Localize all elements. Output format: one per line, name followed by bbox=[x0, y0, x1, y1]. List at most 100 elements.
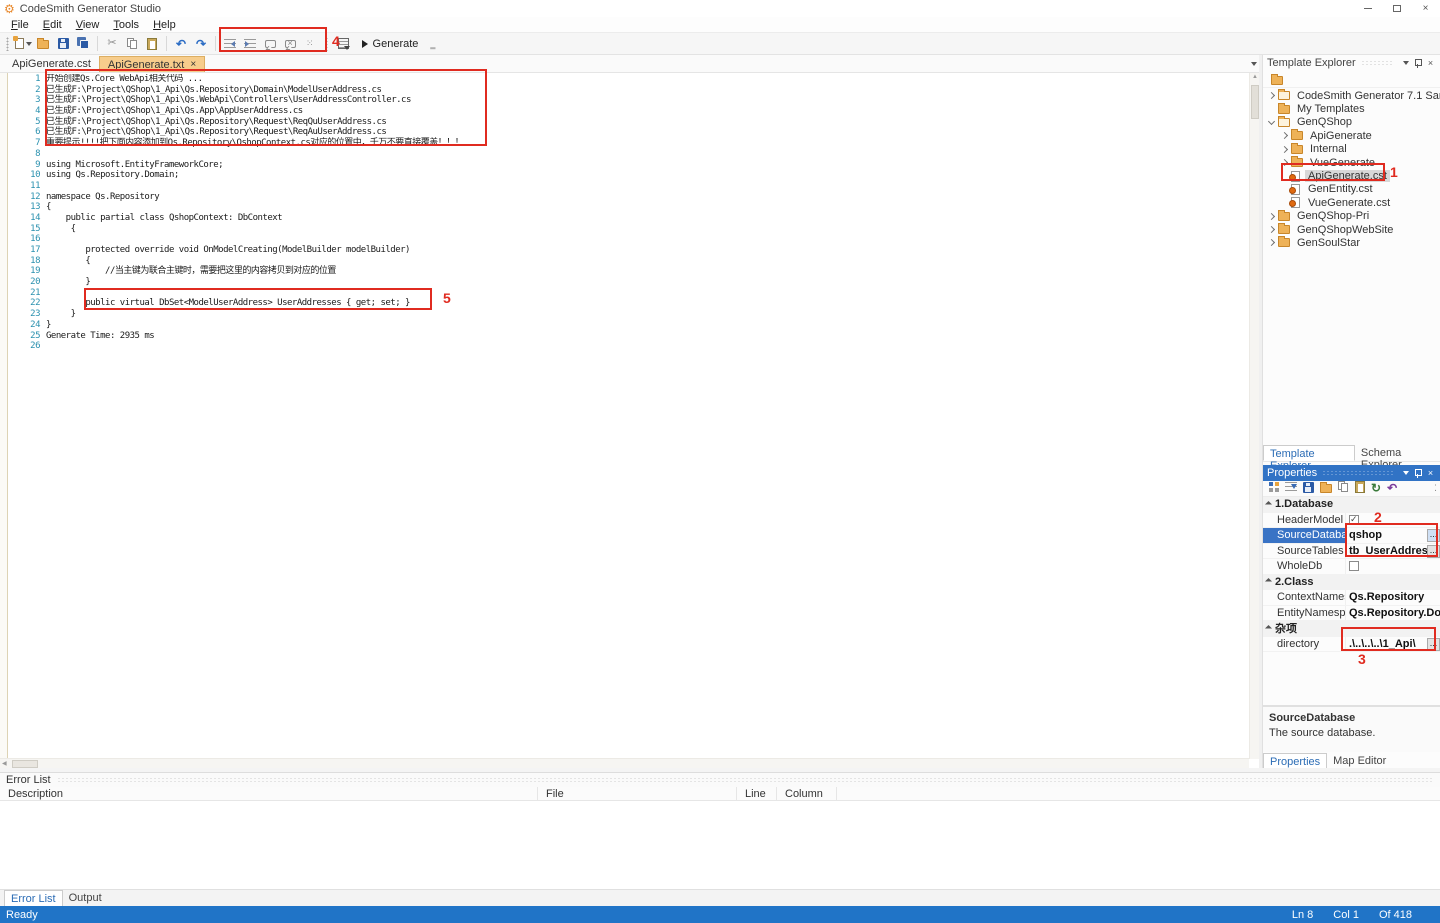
editor-line[interactable]: 17 protected override void OnModelCreati… bbox=[8, 245, 1249, 256]
editor-line[interactable]: 2 已生成F:\Project\QShop\1_Api\Qs.Repository… bbox=[8, 85, 1249, 96]
generate-button[interactable]: Generate bbox=[332, 34, 425, 54]
category-expanded-icon[interactable] bbox=[1264, 578, 1273, 586]
property-row-wholedb[interactable]: WholeDb bbox=[1263, 559, 1440, 575]
tree-item-my-templates[interactable]: My Templates bbox=[1263, 102, 1440, 115]
menu-edit[interactable]: Edit bbox=[36, 18, 69, 32]
property-save-button[interactable] bbox=[1303, 481, 1314, 496]
cut-button[interactable]: ✂ bbox=[103, 34, 121, 53]
redo-button[interactable]: ↷ bbox=[192, 34, 210, 53]
header-drag-texture[interactable] bbox=[56, 777, 1434, 783]
property-value-text[interactable]: tb_UserAddress bbox=[1349, 545, 1434, 557]
editor-line[interactable]: 23 } bbox=[8, 309, 1249, 320]
property-category-1-database[interactable]: 1.Database bbox=[1263, 497, 1440, 513]
chevron-right-icon[interactable] bbox=[1280, 132, 1289, 140]
tree-item-genqshopwebsite[interactable]: GenQShopWebSite bbox=[1263, 223, 1440, 236]
editor-line[interactable]: 24} bbox=[8, 320, 1249, 331]
minimize-button[interactable] bbox=[1353, 1, 1382, 17]
tree-item-genentity-cst[interactable]: GenEntity.cst bbox=[1263, 183, 1440, 196]
tree-item-apigenerate[interactable]: ApiGenerate bbox=[1263, 129, 1440, 142]
menu-view[interactable]: View bbox=[69, 18, 107, 32]
scroll-up-icon[interactable]: ▲ bbox=[1252, 74, 1258, 80]
property-refresh-button[interactable]: ↻ bbox=[1371, 482, 1381, 495]
sort-alphabetical-button[interactable] bbox=[1285, 482, 1297, 495]
editor-line[interactable]: 16 bbox=[8, 234, 1249, 245]
save-all-button[interactable] bbox=[74, 34, 92, 53]
header-drag-texture[interactable] bbox=[1360, 59, 1393, 67]
property-value-text[interactable]: Qs.Repository bbox=[1349, 591, 1424, 603]
editor-line[interactable]: 3 已生成F:\Project\QShop\1_Api\Qs.WebApi\Con… bbox=[8, 95, 1249, 106]
property-row-headermodel[interactable]: HeaderModel bbox=[1263, 512, 1440, 528]
property-value[interactable] bbox=[1346, 513, 1440, 528]
property-value[interactable]: tb_UserAddress bbox=[1346, 544, 1440, 559]
menu-help[interactable]: Help bbox=[146, 18, 183, 32]
tree-item-codesmith-generator-7-1-samples[interactable]: CodeSmith Generator 7.1 Samples bbox=[1263, 89, 1440, 102]
chevron-right-icon[interactable] bbox=[1267, 92, 1276, 100]
editor-line[interactable]: 13 { bbox=[8, 202, 1249, 213]
property-value[interactable]: Qs.Repository.Domain bbox=[1346, 606, 1440, 621]
property-row-contextnamespace[interactable]: ContextNamespace Qs.Repository bbox=[1263, 590, 1440, 606]
horizontal-scroll-thumb[interactable] bbox=[12, 760, 38, 768]
property-value[interactable]: qshop bbox=[1346, 528, 1440, 543]
editor-line[interactable]: 1 开始创建Qs.Core WebApi相关代码 ... bbox=[8, 74, 1249, 85]
property-row-sourcedatabase[interactable]: SourceDatabase qshop bbox=[1263, 528, 1440, 544]
categorize-button[interactable] bbox=[1269, 482, 1279, 495]
property-category-[interactable]: 杂项 bbox=[1263, 621, 1440, 637]
close-button[interactable]: × bbox=[1411, 1, 1440, 17]
tab-map-editor[interactable]: Map Editor bbox=[1327, 753, 1392, 769]
error-column-description[interactable]: Description bbox=[0, 787, 538, 800]
editor-content[interactable]: 1 开始创建Qs.Core WebApi相关代码 ... 2 已生成F:\Projec… bbox=[8, 74, 1249, 758]
tab-list-dropdown-icon[interactable] bbox=[1251, 62, 1257, 66]
maximize-button[interactable] bbox=[1382, 1, 1411, 17]
property-value-text[interactable]: .\..\..\..\1_Api\ bbox=[1349, 638, 1416, 650]
tree-item-vuegenerate-cst[interactable]: VueGenerate.cst bbox=[1263, 196, 1440, 209]
editor-vertical-scrollbar[interactable]: ▲ bbox=[1249, 73, 1259, 759]
pane-close-button[interactable]: × bbox=[1424, 57, 1437, 69]
pane-close-button[interactable]: × bbox=[1424, 467, 1437, 479]
outdent-button[interactable] bbox=[221, 34, 239, 53]
doc-tab-apigenerate-cst[interactable]: ApiGenerate.cst bbox=[4, 56, 99, 72]
category-expanded-icon[interactable] bbox=[1264, 624, 1273, 632]
checkbox-unchecked[interactable] bbox=[1349, 561, 1359, 572]
editor-line[interactable]: 21 bbox=[8, 288, 1249, 299]
open-template-folder-button[interactable] bbox=[1268, 70, 1286, 89]
generate-toolbar-overflow-icon[interactable]: ‗ bbox=[430, 39, 436, 49]
property-row-sourcetables[interactable]: SourceTables tb_UserAddress bbox=[1263, 543, 1440, 559]
property-value[interactable]: Qs.Repository bbox=[1346, 590, 1440, 605]
doc-tab-apigenerate-txt[interactable]: ApiGenerate.txt × bbox=[98, 56, 206, 72]
editor-line[interactable]: 9 using Microsoft.EntityFrameworkCore; bbox=[8, 160, 1249, 171]
properties-overflow-icon[interactable]: ⁚ bbox=[1434, 483, 1438, 494]
property-reset-button[interactable]: ↶ bbox=[1387, 482, 1397, 495]
vertical-scroll-thumb[interactable] bbox=[1251, 85, 1259, 119]
tab-output[interactable]: Output bbox=[63, 890, 108, 907]
editor-line[interactable]: 19 //当主键为联合主键时，需要把这里的内容拷贝到对应的位置 bbox=[8, 266, 1249, 277]
chevron-right-icon[interactable] bbox=[1267, 226, 1276, 234]
tree-item-internal[interactable]: Internal bbox=[1263, 142, 1440, 156]
code-editor[interactable]: 1 开始创建Qs.Core WebApi相关代码 ... 2 已生成F:\Projec… bbox=[0, 72, 1259, 768]
property-row-entitynamespace[interactable]: EntityNamespaceQs.Repository.Domain bbox=[1263, 605, 1440, 621]
editor-line[interactable]: 25 Generate Time: 2935 ms bbox=[8, 331, 1249, 342]
error-column-file[interactable]: File bbox=[538, 787, 737, 800]
property-row-directory[interactable]: directory .\..\..\..\1_Api\ bbox=[1263, 636, 1440, 652]
editor-line[interactable]: 7 重要提示!!!!把下面内容添加到Qs.Repository\QshopCont… bbox=[8, 138, 1249, 149]
header-drag-texture[interactable] bbox=[1322, 469, 1393, 477]
chevron-right-icon[interactable] bbox=[1267, 239, 1276, 247]
error-list-body[interactable] bbox=[0, 801, 1440, 889]
tree-item-gensoulstar[interactable]: GenSoulStar bbox=[1263, 236, 1440, 249]
open-button[interactable] bbox=[34, 34, 52, 53]
error-column-column[interactable]: Column bbox=[777, 787, 837, 800]
tab-properties[interactable]: Properties bbox=[1263, 753, 1328, 769]
new-file-button[interactable] bbox=[12, 34, 32, 53]
chevron-right-icon[interactable] bbox=[1267, 212, 1276, 220]
scroll-left-icon[interactable]: ◀ bbox=[2, 760, 7, 767]
ellipsis-button[interactable] bbox=[1427, 529, 1440, 542]
category-expanded-icon[interactable] bbox=[1264, 500, 1273, 508]
editor-line[interactable]: 5 已生成F:\Project\QShop\1_Api\Qs.Repository… bbox=[8, 117, 1249, 128]
comment-button[interactable] bbox=[261, 34, 279, 53]
ellipsis-button[interactable] bbox=[1427, 544, 1440, 558]
property-paste-button[interactable] bbox=[1355, 481, 1365, 496]
menu-file[interactable]: File bbox=[4, 18, 36, 32]
tab-schema-explorer[interactable]: Schema Explorer bbox=[1355, 445, 1440, 471]
pane-dropdown-button[interactable] bbox=[1398, 467, 1411, 479]
property-copy-button[interactable] bbox=[1338, 481, 1349, 496]
property-value-text[interactable]: qshop bbox=[1349, 529, 1382, 541]
